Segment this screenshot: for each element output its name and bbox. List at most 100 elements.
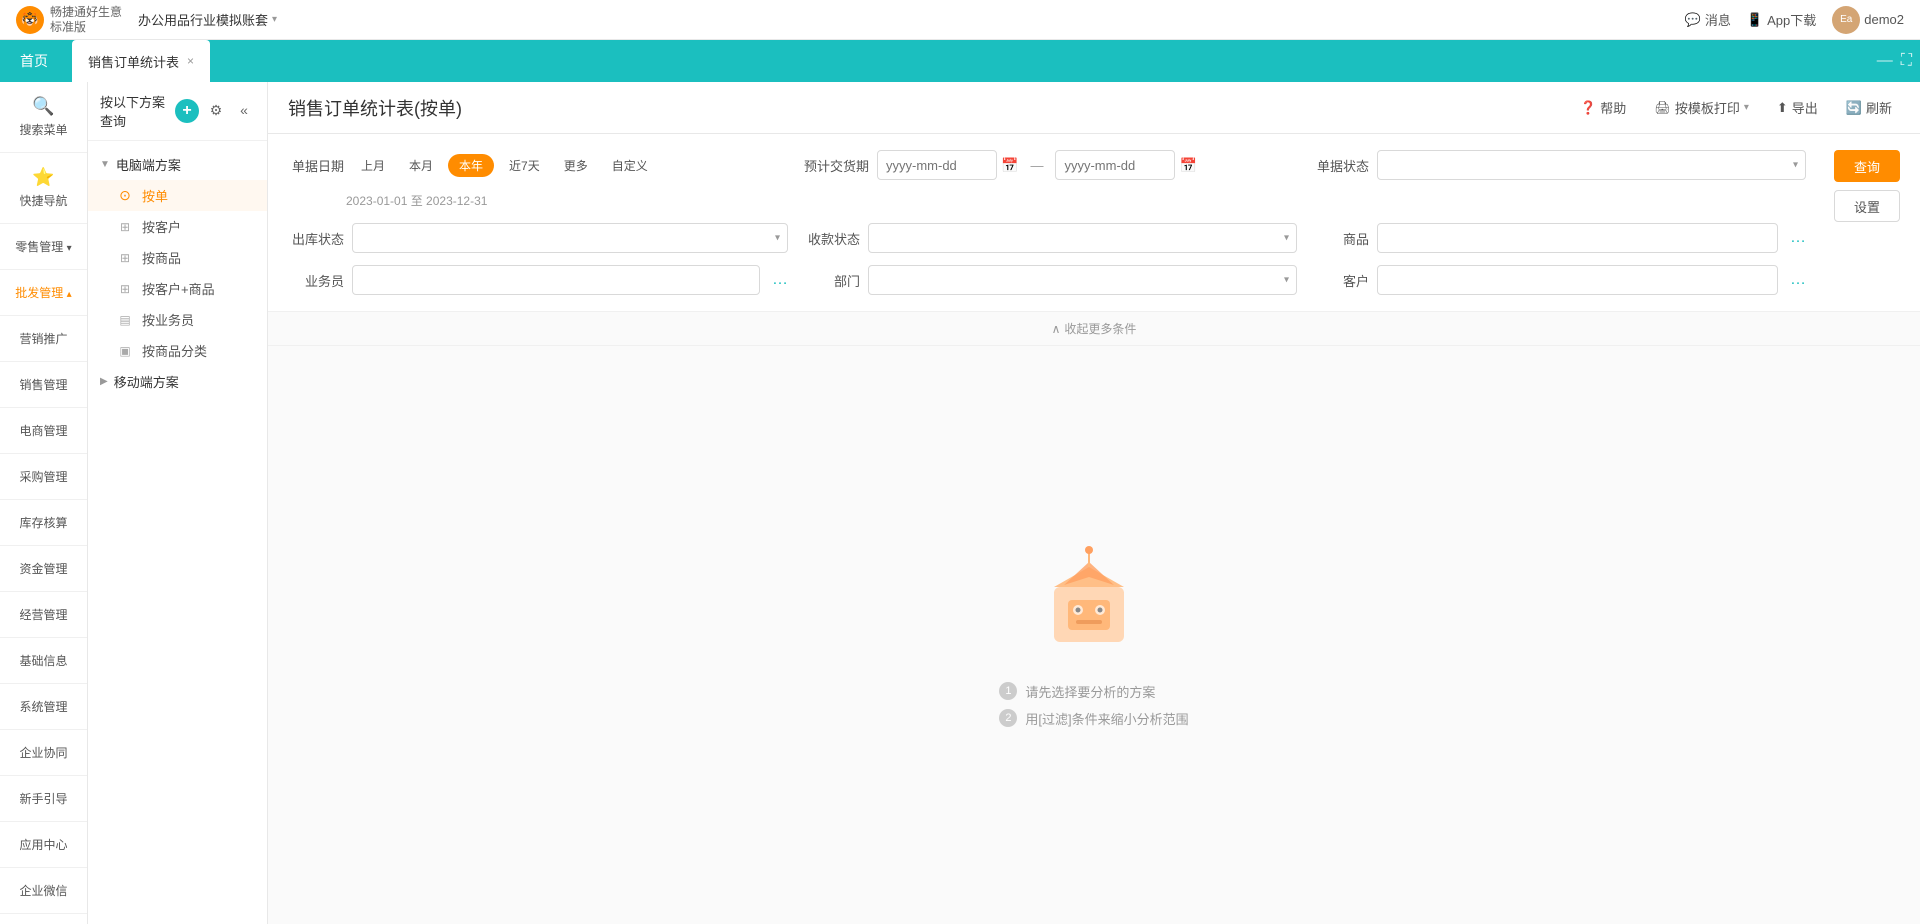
- add-scheme-btn[interactable]: +: [175, 99, 199, 123]
- sidebar-item-quick-nav[interactable]: ⭐ 快捷导航: [0, 153, 87, 224]
- sidebar-item-corp-wechat[interactable]: 企业微信: [0, 868, 87, 914]
- hint-num-1: 1: [999, 682, 1017, 700]
- grid-icon: ⊞: [116, 280, 134, 298]
- sidebar-item-basic[interactable]: 基础信息: [0, 638, 87, 684]
- user-avatar[interactable]: Ea demo2: [1832, 6, 1904, 34]
- sidebar-item-finance[interactable]: 资金管理: [0, 546, 87, 592]
- collapse-bar[interactable]: ∧ 收起更多条件: [268, 312, 1920, 346]
- delivery-status-select[interactable]: [352, 223, 788, 253]
- minimize-icon[interactable]: —: [1877, 52, 1893, 70]
- message-icon: 💬: [1685, 12, 1701, 28]
- left-panel-header: 按以下方案查询 + ⚙ «: [88, 82, 267, 141]
- logo-area: 🐯 畅捷通好生意 标准版: [16, 5, 122, 34]
- tree-parent-desktop[interactable]: ▼ 电脑端方案: [88, 149, 267, 180]
- date-btn-custom[interactable]: 自定义: [603, 154, 657, 177]
- question-icon: ❓: [1580, 100, 1596, 116]
- tab-bar-right: — ⛶: [1877, 52, 1920, 70]
- sidebar-item-newbie[interactable]: 新手引导: [0, 776, 87, 822]
- tree-child-by-salesperson[interactable]: ▤ 按业务员: [88, 304, 267, 335]
- hint-num-2: 2: [999, 709, 1017, 727]
- tree-child-by-product[interactable]: ⊞ 按商品: [88, 242, 267, 273]
- grid-icon: ⊞: [116, 218, 134, 236]
- page-header-actions: ❓ 帮助 🖨 按模板打印 ▾ ⬆ 导出 🔄 刷新: [1572, 94, 1900, 121]
- sidebar-item-wholesale[interactable]: 批发管理 ▴: [0, 270, 87, 316]
- delivery-status-label: 出库状态: [288, 229, 344, 248]
- export-btn[interactable]: ⬆ 导出: [1769, 94, 1826, 121]
- company-select[interactable]: 办公用品行业模拟账套 ▾: [130, 6, 285, 33]
- logo-icon: 🐯: [16, 6, 44, 34]
- refresh-icon: 🔄: [1846, 100, 1862, 116]
- sidebar-item-retail[interactable]: 零售管理 ▾: [0, 224, 87, 270]
- status-label: 单据状态: [1313, 156, 1369, 175]
- tree-parent-mobile[interactable]: ▶ 移动端方案: [88, 366, 267, 397]
- calendar-icon-to[interactable]: 📅: [1179, 157, 1196, 174]
- sidebar-item-inventory[interactable]: 库存核算: [0, 500, 87, 546]
- date-btn-this-year[interactable]: 本年: [448, 154, 494, 177]
- maximize-icon[interactable]: ⛶: [1901, 52, 1912, 70]
- top-bar-left: 🐯 畅捷通好生意 标准版 办公用品行业模拟账套 ▾: [16, 5, 285, 34]
- sidebar-item-system[interactable]: 系统管理: [0, 684, 87, 730]
- tab-sales-order[interactable]: 销售订单统计表 ×: [72, 40, 210, 82]
- tab-close-icon[interactable]: ×: [187, 54, 194, 68]
- payment-status-select[interactable]: [868, 223, 1297, 253]
- chevron-down-icon: ▾: [272, 14, 277, 25]
- sidebar-item-operation[interactable]: 经营管理: [0, 592, 87, 638]
- tree-child-by-category[interactable]: ▣ 按商品分类: [88, 335, 267, 366]
- empty-illustration: [1034, 542, 1154, 662]
- tree-child-by-order[interactable]: ⊙ 按单: [88, 180, 267, 211]
- date-btn-this-month[interactable]: 本月: [400, 154, 442, 177]
- tab-home[interactable]: 首页: [0, 40, 68, 82]
- expected-date-from-wrapper: 📅: [877, 150, 1018, 180]
- help-btn[interactable]: ❓ 帮助: [1572, 94, 1634, 121]
- chevron-down-icon: ▾: [67, 243, 72, 254]
- sidebar-item-member[interactable]: 畅会员: [0, 914, 87, 924]
- expected-date-from[interactable]: [877, 150, 997, 180]
- empty-state: 1 请先选择要分析的方案 2 用[过滤]条件来缩小分析范围: [999, 542, 1188, 728]
- sidebar-item-ecommerce[interactable]: 电商管理: [0, 408, 87, 454]
- customer-input[interactable]: [1377, 265, 1778, 295]
- collapse-text: ∧ 收起更多条件: [1052, 320, 1137, 337]
- date-btn-more[interactable]: 更多: [555, 154, 597, 177]
- department-select[interactable]: [868, 265, 1297, 295]
- app-download-btn[interactable]: 📱 App下载: [1747, 10, 1816, 29]
- chevron-up-icon: ▴: [67, 289, 72, 300]
- payment-status-label: 收款状态: [804, 229, 860, 248]
- salesperson-more-btn[interactable]: …: [772, 271, 788, 289]
- tree-child-by-customer-product[interactable]: ⊞ 按客户+商品: [88, 273, 267, 304]
- salesperson-input[interactable]: [352, 265, 760, 295]
- sidebar-item-enterprise[interactable]: 企业协同: [0, 730, 87, 776]
- sidebar-item-app-center[interactable]: 应用中心: [0, 822, 87, 868]
- sidebar-item-marketing[interactable]: 营销推广: [0, 316, 87, 362]
- left-panel-title: 按以下方案查询: [100, 92, 175, 130]
- filter-row-1: 单据日期 上月 本月 本年 近7天 更多 自定义: [288, 150, 1806, 180]
- customer-more-btn[interactable]: …: [1790, 271, 1806, 289]
- collapse-panel-btn[interactable]: «: [233, 99, 255, 121]
- filter-row-3: 业务员 … 部门 ▾: [288, 265, 1806, 295]
- tree-child-by-customer[interactable]: ⊞ 按客户: [88, 211, 267, 242]
- left-panel: 按以下方案查询 + ⚙ « ▼ 电脑端方案 ⊙ 按单 ⊞ 按客户 ⊞ 按商品: [88, 82, 268, 924]
- expected-date-to[interactable]: [1055, 150, 1175, 180]
- template-print-btn[interactable]: 🖨 按模板打印 ▾: [1646, 94, 1757, 121]
- date-btn-7days[interactable]: 近7天: [500, 154, 549, 177]
- calendar-icon-from[interactable]: 📅: [1001, 157, 1018, 174]
- date-btn-last-month[interactable]: 上月: [352, 154, 394, 177]
- table-icon: ▤: [116, 311, 134, 329]
- sidebar-item-sales[interactable]: 销售管理: [0, 362, 87, 408]
- sidebar-item-search-menu[interactable]: 🔍 搜索菜单: [0, 82, 87, 153]
- content-area: 销售订单统计表(按单) ❓ 帮助 🖨 按模板打印 ▾ ⬆ 导出 🔄 刷新: [268, 82, 1920, 924]
- filter-area: 单据日期 上月 本月 本年 近7天 更多 自定义: [268, 134, 1920, 312]
- goods-input[interactable]: [1377, 223, 1778, 253]
- expected-date-to-wrapper: 📅: [1055, 150, 1196, 180]
- expand-icon: ▶: [100, 376, 108, 387]
- filter-row-2: 出库状态 ▾ 收款状态: [288, 223, 1806, 253]
- settings-btn[interactable]: 设置: [1834, 190, 1900, 222]
- sidebar-item-purchase[interactable]: 采购管理: [0, 454, 87, 500]
- goods-more-btn[interactable]: …: [1790, 229, 1806, 247]
- message-btn[interactable]: 💬 消息: [1685, 10, 1731, 29]
- status-select[interactable]: [1377, 150, 1806, 180]
- settings-scheme-btn[interactable]: ⚙: [205, 99, 227, 121]
- top-bar: 🐯 畅捷通好生意 标准版 办公用品行业模拟账套 ▾ 💬 消息 📱 App下载 E…: [0, 0, 1920, 40]
- refresh-btn[interactable]: 🔄 刷新: [1838, 94, 1900, 121]
- tab-bar: 首页 销售订单统计表 × — ⛶: [0, 40, 1920, 82]
- query-btn[interactable]: 查询: [1834, 150, 1900, 182]
